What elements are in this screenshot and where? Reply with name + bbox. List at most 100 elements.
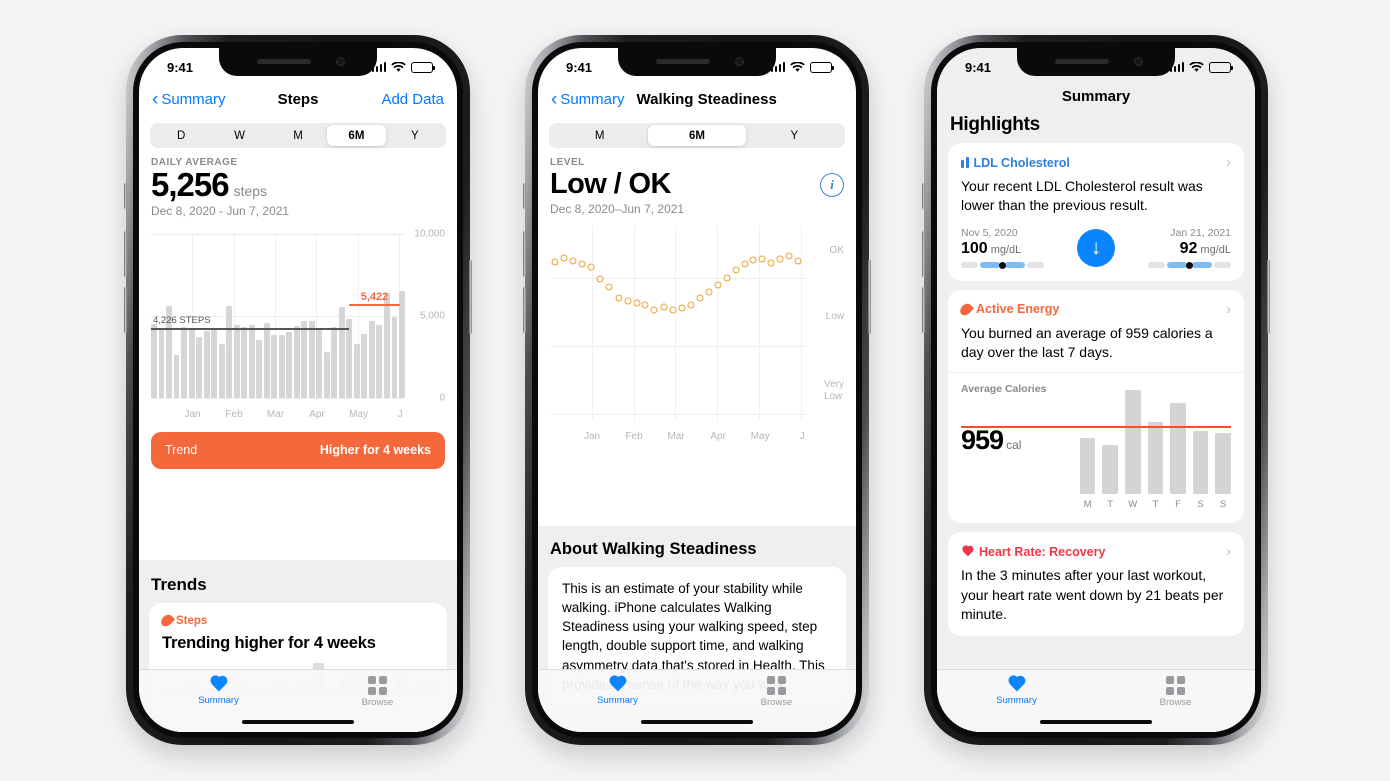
ldl-comparison: Nov 5, 2020 100 mg/dL ↓ Jan 21, 2021 92 … [961,227,1231,269]
power-button[interactable] [1267,260,1270,334]
chart-bars [1079,387,1231,495]
card-header: LDL Cholesterol › [961,154,1231,171]
power-button[interactable] [469,260,472,334]
chart-bar [1215,432,1231,495]
chart-bar [286,332,293,398]
chart-bar [368,321,375,398]
home-indicator[interactable] [641,720,753,724]
card-ldl-cholesterol[interactable]: LDL Cholesterol › Your recent LDL Choles… [948,143,1244,281]
segment-m[interactable]: M [269,125,327,146]
chart-bar [361,333,368,398]
tab-summary[interactable]: Summary [538,676,697,706]
battery-icon [411,61,435,73]
scatter-point [650,306,658,314]
metric-unit: steps [233,183,268,199]
trend-highlight-value: 5,422 [360,290,389,303]
chart-bar [241,327,248,398]
card-header: Heart Rate: Recovery › [961,543,1231,560]
grid-line-v [717,226,719,420]
grid-icon [368,676,387,695]
date-range: Dec 8, 2020–Jun 7, 2021 [550,202,685,216]
phone-summary: 9:41 Summary Highlights LDL Cholesterol … [922,35,1270,745]
add-data-button[interactable]: Add Data [381,91,444,108]
tab-summary[interactable]: Summary [937,676,1096,706]
volume-down-button[interactable] [523,287,526,333]
chevron-right-icon[interactable]: › [1226,154,1231,171]
chart-bar [203,331,210,398]
average-line-label: 4,226 STEPS [153,315,211,327]
range-segmented-control[interactable]: D W M 6M Y [150,123,446,148]
chevron-left-icon: ‹ [551,88,558,110]
x-axis-tick: S [1197,499,1204,511]
chart-bar [233,325,240,398]
trend-card-chip: Steps [158,612,434,629]
chart-bar [331,327,338,398]
segment-m[interactable]: M [551,125,648,146]
scatter-point [785,252,793,260]
chevron-right-icon[interactable]: › [1226,543,1231,560]
grid-line-h [550,346,806,348]
chart-bar [399,291,405,398]
tab-summary-label: Summary [996,695,1037,706]
volume-up-button[interactable] [523,231,526,277]
volume-down-button[interactable] [922,287,925,333]
x-axis-tick: J [799,431,805,442]
chart-bar [181,327,187,398]
tab-summary-label: Summary [597,695,638,706]
mute-switch[interactable] [922,183,925,209]
tab-summary[interactable]: Summary [139,676,298,706]
trend-pill[interactable]: Trend Higher for 4 weeks [151,431,445,469]
power-button[interactable] [868,260,871,334]
home-indicator[interactable] [1040,720,1152,724]
phone-steps: 9:41 ‹ Summary Steps Add Data D W M 6M Y… [124,35,472,745]
tab-summary-label: Summary [198,695,239,706]
segment-d[interactable]: D [152,125,210,146]
chart-bar [323,351,330,398]
segment-w[interactable]: W [210,125,268,146]
info-icon[interactable]: i [820,172,844,197]
segment-y[interactable]: Y [386,125,444,146]
volume-up-button[interactable] [922,231,925,277]
scatter-point [660,303,668,311]
chart-bar [308,321,315,398]
chevron-right-icon[interactable]: › [1226,301,1231,318]
trend-pill-label: Trend [165,443,198,458]
scatter-point [551,258,559,266]
chart-bar [391,317,398,398]
card-active-energy[interactable]: Active Energy › You burned an average of… [948,289,1244,524]
mute-switch[interactable] [124,183,127,209]
y-axis-tick: 0 [439,392,445,404]
segment-6m[interactable]: 6M [648,125,746,146]
steps-bar-chart[interactable]: 4,226 STEPS 5,422 0 5,000 10,000 Jan Feb Mar A… [151,226,445,422]
card-heart-rate-recovery[interactable]: Heart Rate: Recovery › In the 3 minutes … [948,532,1244,637]
screenshot-stage: 9:41 ‹ Summary Steps Add Data D W M 6M Y… [0,0,1390,781]
heart-icon [1007,676,1026,693]
back-button[interactable]: ‹ Summary [152,90,226,109]
average-unit: cal [1006,438,1022,453]
x-axis-tick: Mar [667,431,685,442]
grid-line-v [591,226,593,420]
status-time: 9:41 [167,59,194,75]
scatter-point [687,301,695,309]
ldl-current-range [1115,261,1231,269]
mute-switch[interactable] [523,183,526,209]
chart-bar [293,326,300,398]
grid-line-v [633,226,635,420]
steadiness-scatter-chart[interactable]: OK Low Very Low Jan Feb Mar Apr May J [550,226,844,444]
range-segmented-control[interactable]: M 6M Y [549,123,845,148]
tab-browse[interactable]: Browse [298,676,457,708]
volume-up-button[interactable] [124,231,127,277]
segment-6m[interactable]: 6M [327,125,386,146]
page-title: Summary [1061,88,1131,105]
home-indicator[interactable] [242,720,354,724]
chart-bar [218,343,225,398]
back-button[interactable]: ‹ Summary [551,90,625,109]
volume-down-button[interactable] [124,287,127,333]
tab-browse[interactable]: Browse [697,676,856,708]
tab-browse[interactable]: Browse [1096,676,1255,708]
y-axis-tick: 5,000 [419,310,445,322]
x-axis-tick: May [349,408,369,420]
segment-y[interactable]: Y [746,125,843,146]
chart-plot-area: 4,226 STEPS 5,422 [151,233,405,399]
status-bar: 9:41 [139,48,457,82]
